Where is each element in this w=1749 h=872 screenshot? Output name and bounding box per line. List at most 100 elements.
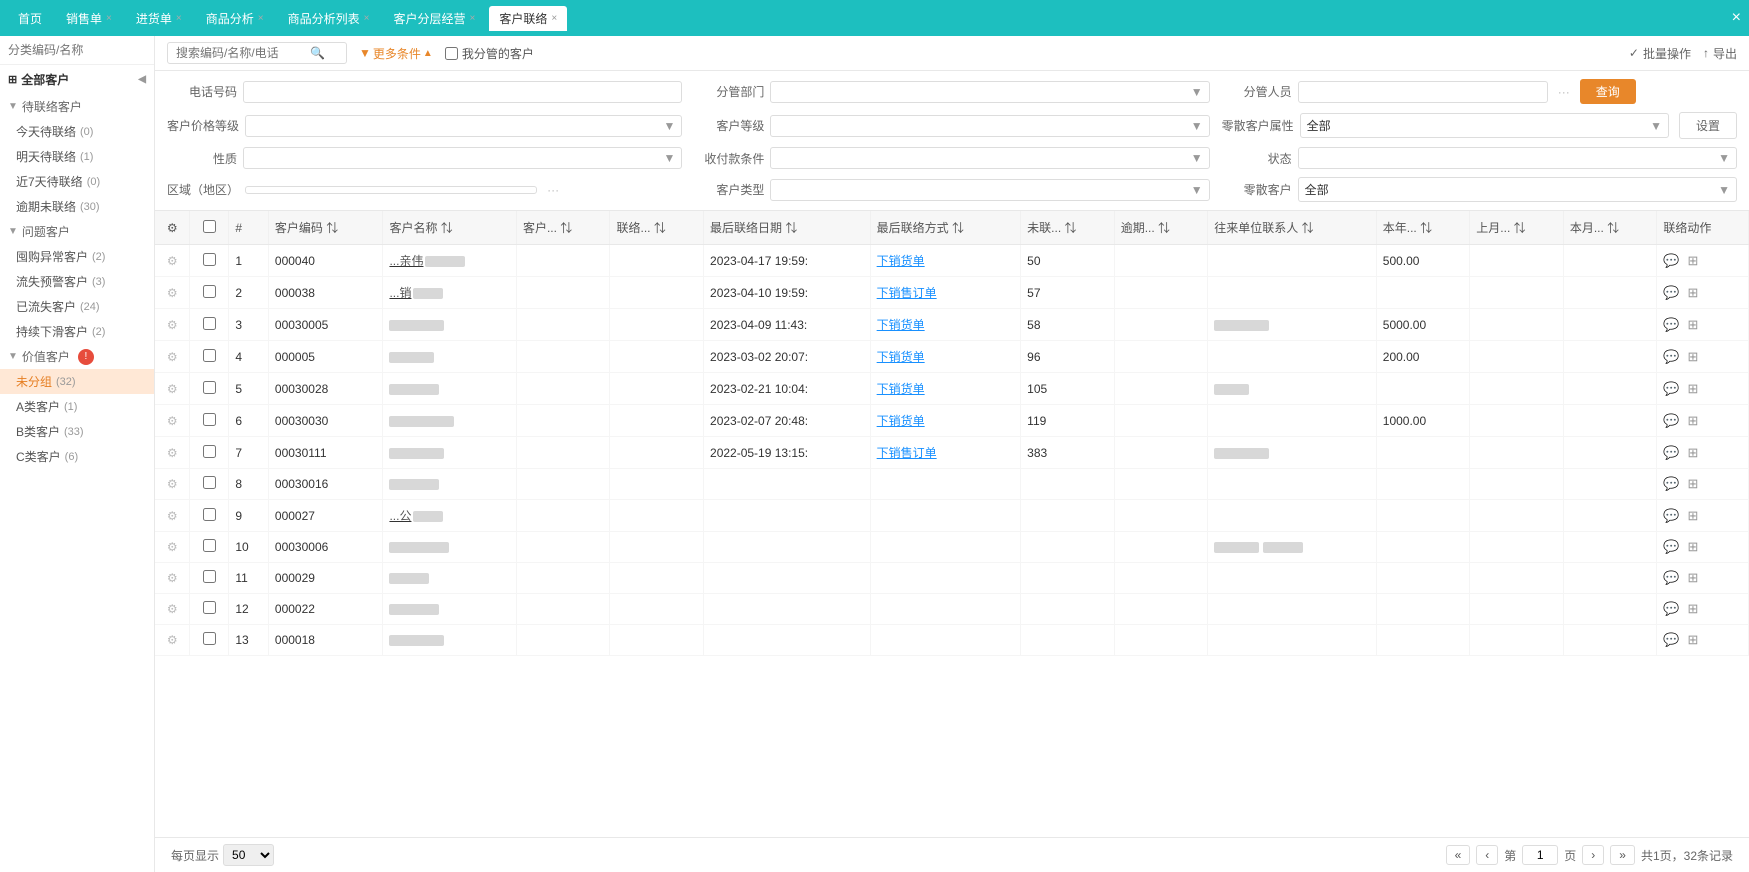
batch-op-btn[interactable]: ✓ 批量操作	[1629, 45, 1691, 62]
row-name[interactable]	[383, 309, 517, 341]
settings-column-header[interactable]: ⚙	[155, 211, 190, 245]
sidebar-item-today[interactable]: 今天待联络 (0)	[0, 119, 154, 144]
row-checkbox[interactable]	[203, 632, 216, 645]
row-settings[interactable]: ⚙	[155, 373, 190, 405]
row-checkbox[interactable]	[203, 413, 216, 426]
last-month-column-header[interactable]: 上月... ⇅	[1470, 211, 1564, 245]
nav-home[interactable]: 首页	[8, 6, 52, 31]
group-problem-customers[interactable]: ▼ 问题客户	[0, 219, 154, 244]
contact-column-header[interactable]: 联络... ⇅	[610, 211, 704, 245]
this-year-column-header[interactable]: 本年... ⇅	[1376, 211, 1470, 245]
row-name[interactable]	[383, 594, 517, 625]
row-name[interactable]	[383, 437, 517, 469]
payment-select[interactable]: ▼	[770, 147, 1209, 169]
my-customers-check[interactable]	[445, 47, 458, 60]
chat-icon[interactable]: 💬	[1663, 476, 1679, 492]
row-checkbox[interactable]	[203, 445, 216, 458]
nav-item-purchase[interactable]: 进货单 ×	[126, 6, 192, 31]
nav-item-customer-contact[interactable]: 客户联络 ×	[489, 6, 567, 31]
close-all-button[interactable]: ×	[1732, 9, 1741, 27]
chat-icon[interactable]: 💬	[1663, 570, 1679, 586]
grid-action-icon[interactable]: ⊞	[1688, 381, 1699, 397]
chat-icon[interactable]: 💬	[1663, 285, 1679, 301]
region-more-icon[interactable]: ···	[543, 183, 563, 197]
nav-item-analysis-list[interactable]: 商品分析列表 ×	[278, 6, 380, 31]
reset-button[interactable]: 设置	[1679, 112, 1737, 139]
row-name[interactable]	[383, 532, 517, 563]
phone-input[interactable]	[243, 81, 682, 103]
sidebar-item-hoarding[interactable]: 囤购异常客户 (2)	[0, 244, 154, 269]
row-name[interactable]: ...公	[383, 500, 517, 532]
row-name[interactable]	[383, 373, 517, 405]
row-name[interactable]	[383, 625, 517, 656]
close-icon[interactable]: ×	[258, 13, 264, 24]
row-last-method-link[interactable]: 下销货单	[877, 318, 925, 332]
region-select[interactable]	[245, 186, 537, 194]
row-last-method-link[interactable]: 下销货单	[877, 254, 925, 268]
customer-level-select[interactable]: ▼	[770, 115, 1209, 137]
sidebar-search-input[interactable]	[8, 43, 155, 57]
page-number-input[interactable]	[1522, 845, 1558, 865]
manager-more-icon[interactable]: ···	[1554, 85, 1574, 99]
chat-icon[interactable]: 💬	[1663, 539, 1679, 555]
page-size-select[interactable]: 50 100 200	[223, 844, 274, 866]
row-settings[interactable]: ⚙	[155, 500, 190, 532]
row-name[interactable]	[383, 563, 517, 594]
row-settings[interactable]: ⚙	[155, 341, 190, 373]
manager-input[interactable]	[1298, 81, 1548, 103]
export-btn[interactable]: ↑ 导出	[1703, 45, 1737, 62]
row-checkbox[interactable]	[203, 285, 216, 298]
row-settings[interactable]: ⚙	[155, 245, 190, 277]
select-all-checkbox[interactable]	[203, 220, 216, 233]
prev-page-btn[interactable]: ‹	[1476, 845, 1498, 865]
group-value-customers[interactable]: ▼ 价值客户 !	[0, 344, 154, 369]
chat-icon[interactable]: 💬	[1663, 601, 1679, 617]
sidebar-item-b-class[interactable]: B类客户 (33)	[0, 419, 154, 444]
chat-icon[interactable]: 💬	[1663, 349, 1679, 365]
row-settings[interactable]: ⚙	[155, 563, 190, 594]
all-customers-header[interactable]: ⊞ 全部客户 ◀	[0, 65, 154, 94]
close-icon[interactable]: ×	[469, 13, 475, 24]
chat-icon[interactable]: 💬	[1663, 445, 1679, 461]
search-icon[interactable]: 🔍	[310, 46, 325, 60]
grid-action-icon[interactable]: ⊞	[1688, 445, 1699, 461]
row-settings[interactable]: ⚙	[155, 405, 190, 437]
type-column-header[interactable]: 客户... ⇅	[516, 211, 610, 245]
name-column-header[interactable]: 客户名称 ⇅	[383, 211, 517, 245]
row-settings[interactable]: ⚙	[155, 594, 190, 625]
code-column-header[interactable]: 客户编码 ⇅	[268, 211, 383, 245]
next-page-btn[interactable]: ›	[1582, 845, 1604, 865]
close-icon[interactable]: ×	[364, 13, 370, 24]
row-checkbox[interactable]	[203, 476, 216, 489]
sidebar-item-declining[interactable]: 持续下滑客户 (2)	[0, 319, 154, 344]
grid-action-icon[interactable]: ⊞	[1688, 349, 1699, 365]
chat-icon[interactable]: 💬	[1663, 253, 1679, 269]
sparse-attr-select[interactable]: 全部 ▼	[1300, 113, 1669, 138]
row-checkbox[interactable]	[203, 539, 216, 552]
close-icon[interactable]: ×	[106, 13, 112, 24]
more-conditions-btn[interactable]: ▼ 更多条件 ▲	[359, 45, 433, 62]
row-checkbox[interactable]	[203, 349, 216, 362]
sparse-customer-select[interactable]: 全部 ▼	[1298, 177, 1737, 202]
sidebar-item-a-class[interactable]: A类客户 (1)	[0, 394, 154, 419]
row-checkbox[interactable]	[203, 601, 216, 614]
sidebar-item-c-class[interactable]: C类客户 (6)	[0, 444, 154, 469]
row-settings[interactable]: ⚙	[155, 437, 190, 469]
customer-type-select[interactable]: ▼	[770, 179, 1209, 201]
row-settings[interactable]: ⚙	[155, 309, 190, 341]
sidebar-item-overdue[interactable]: 逾期未联络 (30)	[0, 194, 154, 219]
row-checkbox[interactable]	[203, 317, 216, 330]
grid-action-icon[interactable]: ⊞	[1688, 539, 1699, 555]
nav-item-customer-mgr[interactable]: 客户分层经营 ×	[383, 6, 485, 31]
chat-icon[interactable]: 💬	[1663, 317, 1679, 333]
chat-icon[interactable]: 💬	[1663, 381, 1679, 397]
grid-action-icon[interactable]: ⊞	[1688, 253, 1699, 269]
grid-action-icon[interactable]: ⊞	[1688, 632, 1699, 648]
row-last-method-link[interactable]: 下销售订单	[877, 286, 937, 300]
row-name[interactable]	[383, 469, 517, 500]
row-last-method-link[interactable]: 下销售订单	[877, 446, 937, 460]
chat-icon[interactable]: 💬	[1663, 508, 1679, 524]
grid-action-icon[interactable]: ⊞	[1688, 601, 1699, 617]
last-method-column-header[interactable]: 最后联络方式 ⇅	[870, 211, 1021, 245]
query-button[interactable]: 查询	[1580, 79, 1636, 104]
